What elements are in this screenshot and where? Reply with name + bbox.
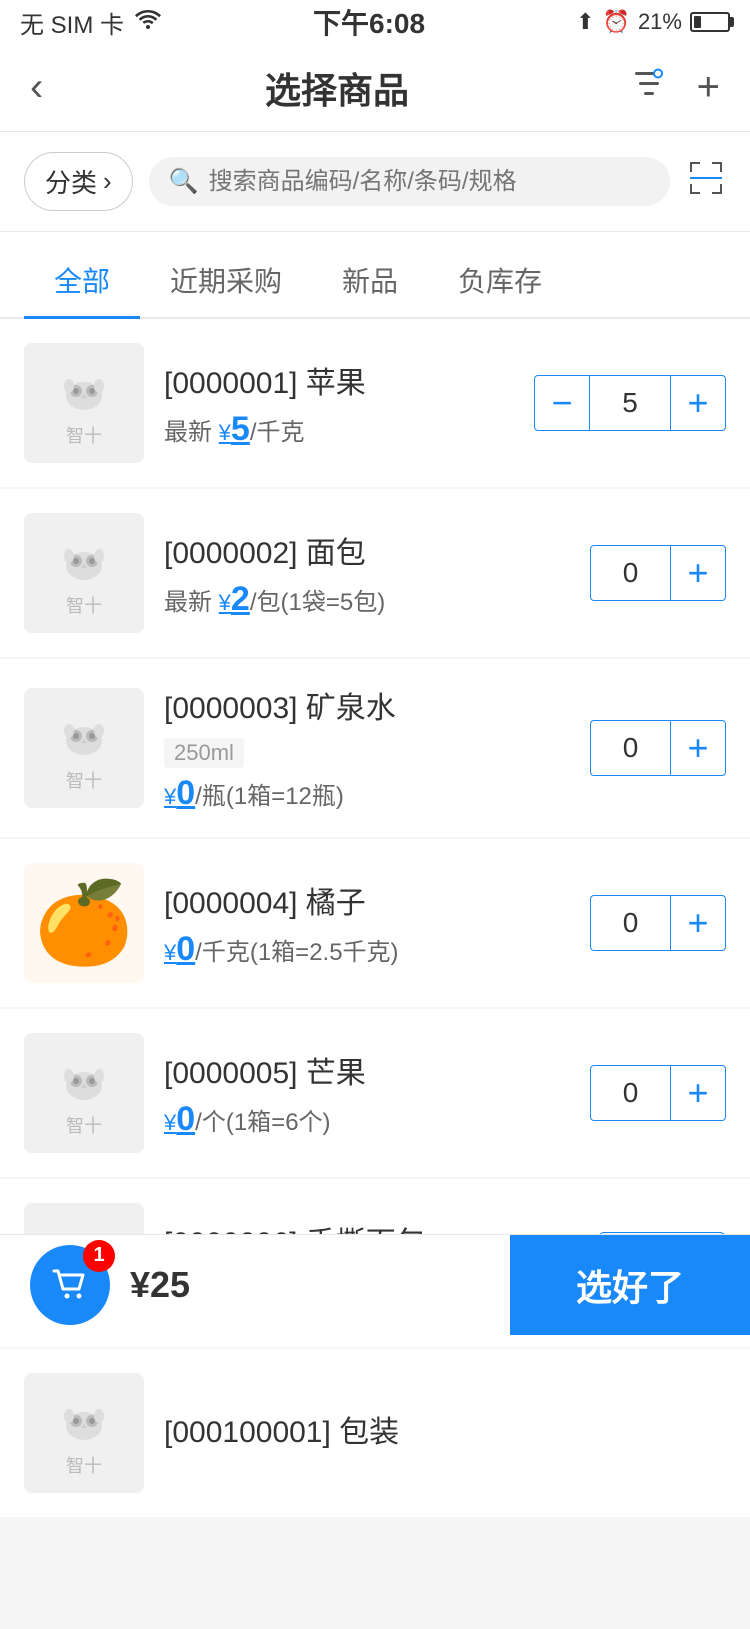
category-button[interactable]: 分类 › <box>24 152 133 211</box>
qty-minus-0[interactable]: − <box>534 375 590 431</box>
qty-control-4: + <box>590 1065 726 1121</box>
product-info-1: [0000002] 面包 最新 ¥2/包(1袋=5包) <box>164 528 570 619</box>
wifi-icon <box>134 8 162 36</box>
qty-plus-3[interactable]: + <box>670 895 726 951</box>
product-image-0: 智十 <box>24 343 144 463</box>
product-info-2: [0000003] 矿泉水 250ml ¥0/瓶(1箱=12瓶) <box>164 683 570 813</box>
product-name-2: [0000003] 矿泉水 <box>164 683 570 727</box>
qty-input-2[interactable] <box>590 720 670 776</box>
battery-icon <box>690 12 730 32</box>
qty-control-2: + <box>590 720 726 776</box>
status-left: 无 SIM 卡 <box>20 5 162 40</box>
search-wrap: 🔍 <box>149 157 670 206</box>
product-price-2: ¥0/瓶(1箱=12瓶) <box>164 774 570 813</box>
product-price-4: ¥0/个(1箱=6个) <box>164 1100 570 1139</box>
table-row: 🍊 [0000004] 橘子 ¥0/千克(1箱=2.5千克) + <box>0 839 750 1007</box>
product-image-3: 🍊 <box>24 863 144 983</box>
qty-input-1[interactable] <box>590 545 670 601</box>
tab-all[interactable]: 全部 <box>24 248 140 319</box>
tab-new[interactable]: 新品 <box>312 248 428 319</box>
page-title: 选择商品 <box>265 62 409 114</box>
bottom-bar: 1 ¥25 选好了 <box>0 1234 750 1334</box>
product-info-6: [000100001] 包装 <box>164 1407 726 1459</box>
cart-badge: 1 <box>83 1240 115 1272</box>
cart-area: 1 ¥25 <box>0 1245 510 1325</box>
time-label: 下午6:08 <box>313 2 425 42</box>
category-chevron: › <box>103 166 112 197</box>
qty-plus-0[interactable]: + <box>670 375 726 431</box>
location-icon: ⬆ <box>576 9 594 35</box>
alarm-icon: ⏰ <box>603 9 630 35</box>
product-image-2: 智十 <box>24 688 144 808</box>
back-button[interactable]: ‹ <box>30 65 43 110</box>
cart-total: ¥25 <box>130 1264 190 1306</box>
product-list: 智十 [0000001] 苹果 最新 ¥5/千克 − + <box>0 319 750 1629</box>
table-row: 智十 [0000003] 矿泉水 250ml ¥0/瓶(1箱=12瓶) + <box>0 659 750 837</box>
product-info-4: [0000005] 芒果 ¥0/个(1箱=6个) <box>164 1048 570 1139</box>
status-right: ⬆ ⏰ 21% <box>576 9 730 35</box>
search-icon: 🔍 <box>169 167 199 196</box>
product-info-0: [0000001] 苹果 最新 ¥5/千克 <box>164 358 514 449</box>
product-image-1: 智十 <box>24 513 144 633</box>
filter-bar: 分类 › 🔍 <box>0 132 750 232</box>
nav-icons: + <box>631 65 720 110</box>
table-row: 智十 [0000001] 苹果 最新 ¥5/千克 − + <box>0 319 750 487</box>
scan-icon[interactable] <box>686 158 726 206</box>
tab-recent[interactable]: 近期采购 <box>140 248 312 319</box>
category-label: 分类 <box>45 163 97 200</box>
search-input[interactable] <box>209 168 650 196</box>
product-name-6: [000100001] 包装 <box>164 1407 726 1451</box>
product-spec-2: 250ml <box>164 738 244 768</box>
table-row: 智十 [000100001] 包装 <box>0 1349 750 1517</box>
add-button[interactable]: + <box>697 65 720 110</box>
qty-plus-1[interactable]: + <box>670 545 726 601</box>
tab-bar: 全部 近期采购 新品 负库存 <box>0 232 750 319</box>
qty-input-4[interactable] <box>590 1065 670 1121</box>
product-price-3: ¥0/千克(1箱=2.5千克) <box>164 930 570 969</box>
product-name-3: [0000004] 橘子 <box>164 878 570 922</box>
product-info-3: [0000004] 橘子 ¥0/千克(1箱=2.5千克) <box>164 878 570 969</box>
tab-negative[interactable]: 负库存 <box>428 248 572 319</box>
nav-bar: ‹ 选择商品 + <box>0 44 750 132</box>
battery-percent: 21% <box>638 9 682 35</box>
qty-plus-4[interactable]: + <box>670 1065 726 1121</box>
table-row: 智十 [0000005] 芒果 ¥0/个(1箱=6个) + <box>0 1009 750 1177</box>
qty-control-3: + <box>590 895 726 951</box>
qty-control-0: − + <box>534 375 726 431</box>
qty-control-1: + <box>590 545 726 601</box>
status-bar: 无 SIM 卡 下午6:08 ⬆ ⏰ 21% <box>0 0 750 44</box>
product-name-0: [0000001] 苹果 <box>164 358 514 402</box>
product-price-0: 最新 ¥5/千克 <box>164 410 514 449</box>
confirm-button[interactable]: 选好了 <box>510 1235 750 1335</box>
product-name-1: [0000002] 面包 <box>164 528 570 572</box>
qty-plus-2[interactable]: + <box>670 720 726 776</box>
carrier-label: 无 SIM 卡 <box>20 5 124 40</box>
product-image-6: 智十 <box>24 1373 144 1493</box>
product-price-1: 最新 ¥2/包(1袋=5包) <box>164 580 570 619</box>
qty-input-0[interactable] <box>590 375 670 431</box>
product-name-4: [0000005] 芒果 <box>164 1048 570 1092</box>
product-image-4: 智十 <box>24 1033 144 1153</box>
table-row: 智十 [0000002] 面包 最新 ¥2/包(1袋=5包) + <box>0 489 750 657</box>
filter-icon[interactable] <box>631 65 667 110</box>
qty-input-3[interactable] <box>590 895 670 951</box>
cart-icon-wrap[interactable]: 1 <box>30 1245 110 1325</box>
